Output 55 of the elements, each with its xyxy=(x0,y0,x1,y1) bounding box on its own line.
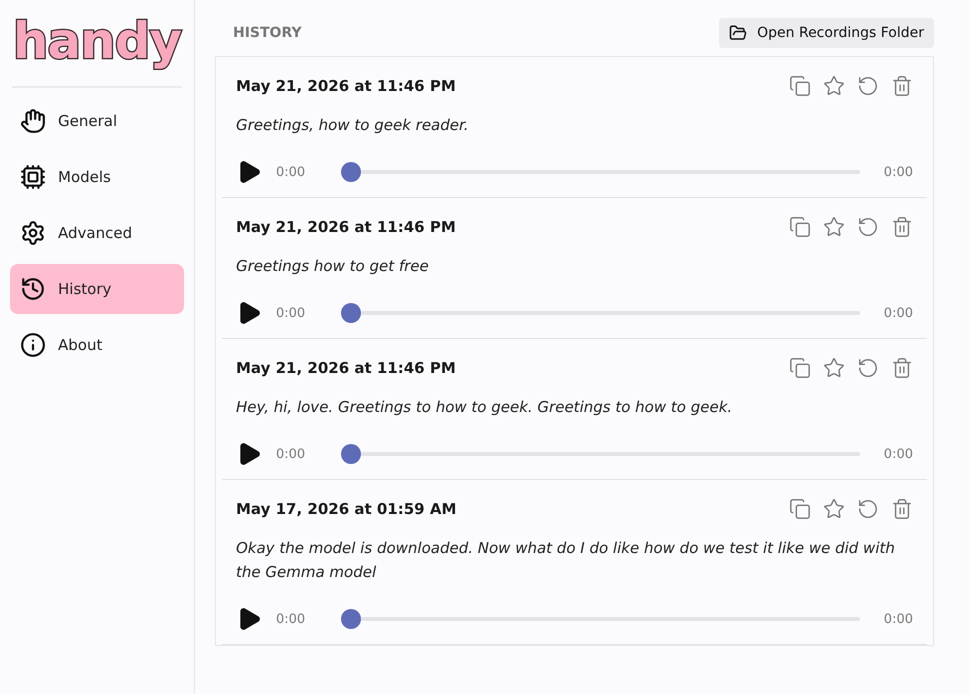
copy-icon[interactable] xyxy=(789,357,811,379)
trash-icon[interactable] xyxy=(891,357,913,379)
logo: handy xyxy=(12,0,182,88)
retry-icon[interactable] xyxy=(857,75,879,97)
entry-date: May 21, 2026 at 11:46 PM xyxy=(236,77,456,95)
retry-icon[interactable] xyxy=(857,216,879,238)
duration-time: 0:00 xyxy=(884,446,913,462)
copy-icon[interactable] xyxy=(789,216,811,238)
copy-icon[interactable] xyxy=(789,498,811,520)
copy-icon[interactable] xyxy=(789,75,811,97)
slider-thumb[interactable] xyxy=(341,444,362,464)
transcript-text: Greetings, how to geek reader. xyxy=(236,115,470,136)
elapsed-time: 0:00 xyxy=(276,446,306,462)
trash-icon[interactable] xyxy=(891,498,913,520)
duration-time: 0:00 xyxy=(884,164,913,180)
hand-icon xyxy=(20,108,46,134)
transcript-text: Greetings how to get free xyxy=(236,256,430,277)
sidebar-label: About xyxy=(58,336,102,354)
retry-icon[interactable] xyxy=(857,498,879,520)
entry-date: May 21, 2026 at 11:46 PM xyxy=(236,359,456,377)
sidebar-item[interactable]: About xyxy=(10,320,184,370)
elapsed-time: 0:00 xyxy=(276,612,306,626)
gear-icon xyxy=(20,220,46,246)
sidebar-label: Advanced xyxy=(58,224,132,242)
info-icon xyxy=(20,332,46,358)
star-icon[interactable] xyxy=(823,75,845,97)
star-icon[interactable] xyxy=(823,357,845,379)
elapsed-time: 0:00 xyxy=(276,164,306,180)
folder-icon xyxy=(729,24,748,42)
slider-thumb[interactable] xyxy=(341,609,362,629)
transcript-text: Hey, hi, love. Greetings to how to geek. Greetings to how to geek. xyxy=(236,397,734,418)
transcript-text: Okay the model is downloaded. Now what do I do like how do we test it like we did with the Gemma model xyxy=(236,538,896,583)
sidebar-item[interactable]: Advanced xyxy=(10,208,184,258)
entry-date: May 21, 2026 at 11:46 PM xyxy=(236,218,456,236)
sidebar-item[interactable]: Models xyxy=(10,152,184,202)
section-title: HISTORY xyxy=(233,25,302,41)
open-folder-button[interactable]: Open Recordings Folder xyxy=(719,18,934,48)
slider-thumb[interactable] xyxy=(341,303,362,323)
sidebar-label: Models xyxy=(58,168,111,186)
trash-icon[interactable] xyxy=(891,216,913,238)
star-icon[interactable] xyxy=(823,216,845,238)
trash-icon[interactable] xyxy=(891,75,913,97)
entry-date: May 17, 2026 at 01:59 AM xyxy=(236,500,456,518)
sidebar-label: General xyxy=(58,112,118,130)
duration-time: 0:00 xyxy=(884,306,913,320)
sidebar-item[interactable]: General xyxy=(10,96,184,146)
elapsed-time: 0:00 xyxy=(276,306,306,320)
chip-icon xyxy=(20,164,46,190)
sidebar-item[interactable]: History xyxy=(10,264,184,314)
star-icon[interactable] xyxy=(823,498,845,520)
duration-time: 0:00 xyxy=(884,612,913,626)
slider-thumb[interactable] xyxy=(341,162,362,182)
history-icon xyxy=(20,276,46,302)
sidebar-label: History xyxy=(58,280,112,298)
retry-icon[interactable] xyxy=(857,357,879,379)
